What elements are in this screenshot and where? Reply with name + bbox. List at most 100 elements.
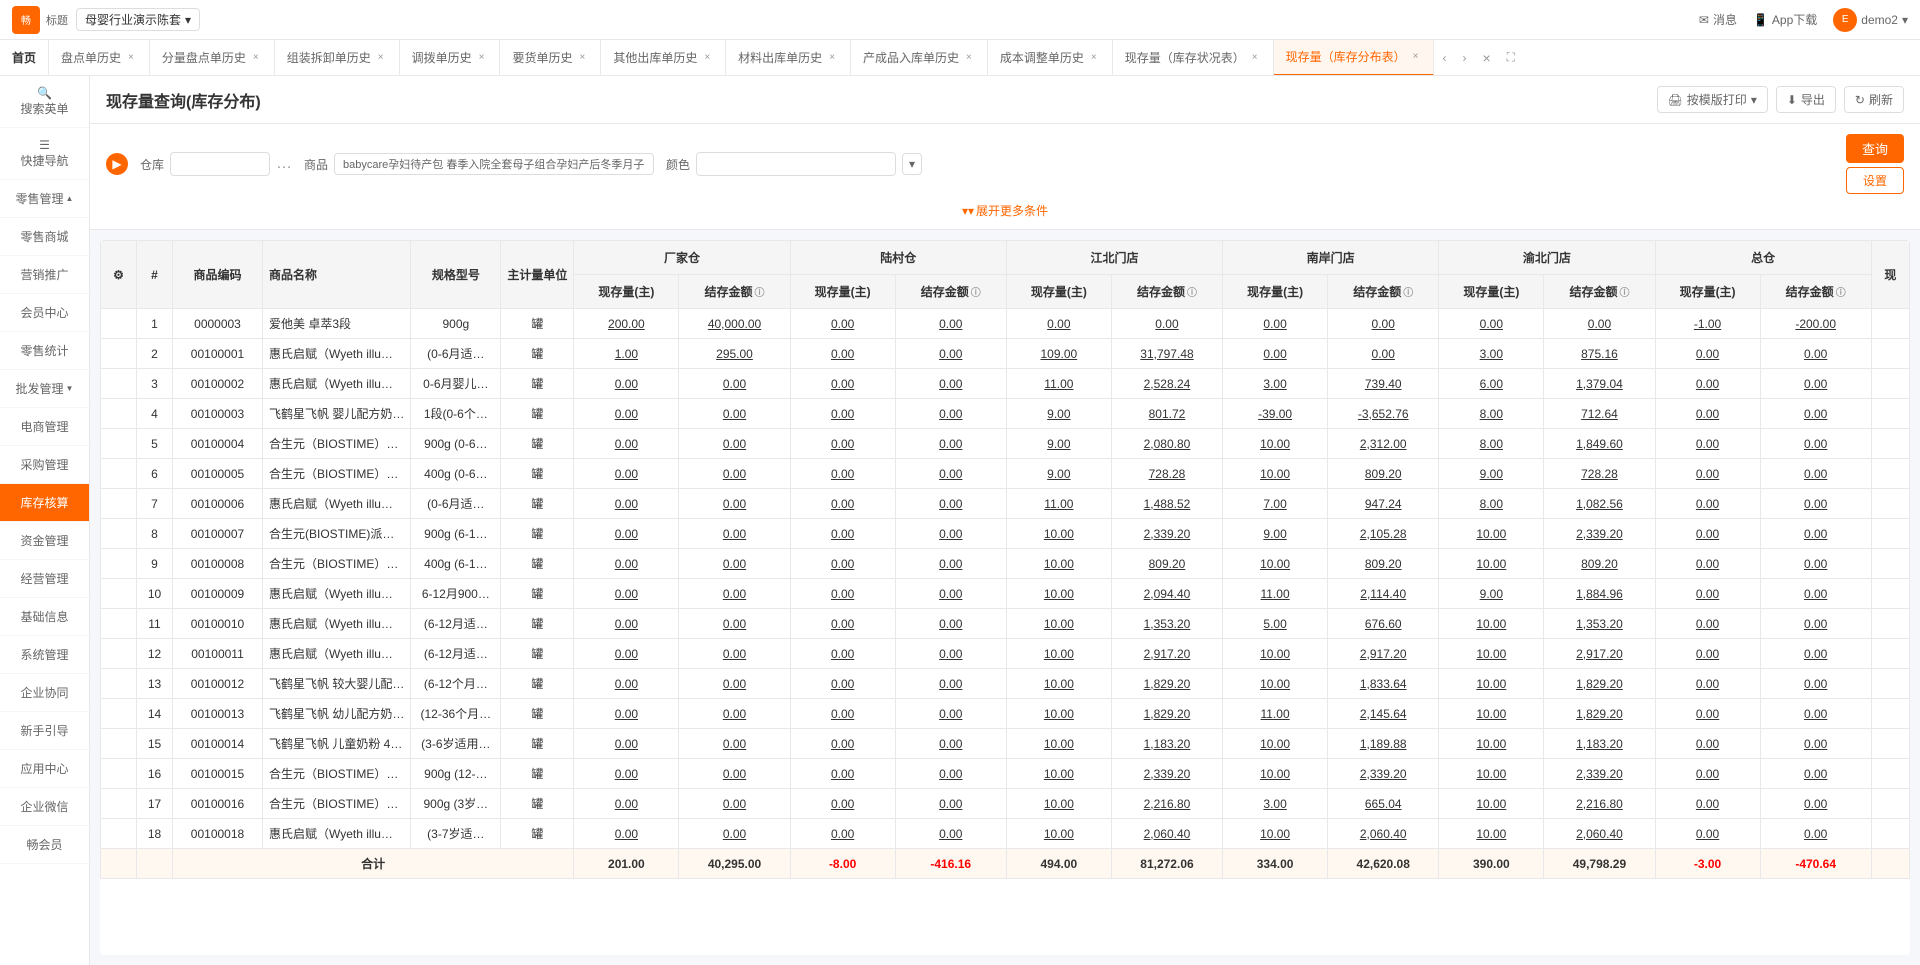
sidebar-item-finance[interactable]: 资金管理 [0, 522, 89, 560]
store-selector[interactable]: 母婴行业演示陈套 ▾ [76, 8, 200, 31]
sidebar-label: 企业微信 [20, 800, 68, 814]
sidebar-item-wechat[interactable]: 企业微信 [0, 788, 89, 826]
sidebar-item-wholesale[interactable]: 批发管理 ▼ [0, 370, 89, 408]
total-amt-header: 结存金额ⓘ [1760, 275, 1871, 309]
sidebar-item-guide[interactable]: 新手引导 [0, 712, 89, 750]
jiangbei-amt-header: 结存金额ⓘ [1111, 275, 1222, 309]
settings-header[interactable]: ⚙ [101, 241, 137, 309]
tab-cost-adjust[interactable]: 成本调整单历史 × [988, 40, 1113, 76]
product-input[interactable] [334, 153, 654, 175]
store-name: 母婴行业演示陈套 [85, 11, 181, 28]
tab-stock-distribution[interactable]: 现存量（库存分布表） × [1274, 40, 1435, 76]
close-all-tabs[interactable]: × [1474, 50, 1498, 66]
warehouse-label: 仓库 [140, 156, 164, 173]
fullscreen-toggle[interactable]: ⛶ [1499, 50, 1523, 65]
search-button[interactable]: 查询 [1846, 134, 1904, 163]
nav-next[interactable]: › [1454, 51, 1474, 65]
tab-label: 调拨单历史 [412, 49, 472, 66]
close-icon[interactable]: × [1410, 50, 1422, 63]
table-row: 1600100015合生元（BIOSTIME）…900g (12-…罐0.000… [101, 759, 1910, 789]
close-icon[interactable]: × [963, 51, 975, 64]
export-label: 导出 [1801, 91, 1825, 108]
close-icon[interactable]: × [701, 51, 713, 64]
sidebar-item-basic-info[interactable]: 基础信息 [0, 598, 89, 636]
color-dropdown-icon[interactable]: ▾ [902, 153, 922, 175]
tab-assembly[interactable]: 组装拆卸单历史 × [275, 40, 400, 76]
tab-stock-status[interactable]: 现存量（库存状况表） × [1113, 40, 1274, 76]
nav-prev[interactable]: ‹ [1434, 51, 1454, 65]
yubei-qty-header: 现存量(主) [1439, 275, 1544, 309]
tab-other-outbound[interactable]: 其他出库单历史 × [601, 40, 726, 76]
sidebar-label: 资金管理 [20, 534, 68, 548]
sidebar-item-member[interactable]: 会员中心 [0, 294, 89, 332]
page-title: 现存量查询(库存分布) [106, 88, 261, 112]
product-label: 商品 [304, 156, 328, 173]
tab-label: 其他出库单历史 [613, 49, 697, 66]
expand-icon: ⛶ [1503, 50, 1519, 65]
messages-button[interactable]: ✉ 消息 [1699, 11, 1737, 28]
sidebar-item-enterprise[interactable]: 企业协同 [0, 674, 89, 712]
close-icon[interactable]: × [1088, 51, 1100, 64]
table-row: 1200100011惠氏启赋（Wyeth illu…(6-12月适…罐0.000… [101, 639, 1910, 669]
tab-material-out[interactable]: 材料出库单历史 × [726, 40, 851, 76]
summary-row: 合计201.0040,295.00-8.00-416.16494.0081,27… [101, 849, 1910, 879]
table-row: 500100004合生元（BIOSTIME）…900g (0-6…罐0.000.… [101, 429, 1910, 459]
tab-product-in[interactable]: 产成品入库单历史 × [851, 40, 988, 76]
sidebar-item-system[interactable]: 系统管理 [0, 636, 89, 674]
tab-label: 产成品入库单历史 [863, 49, 959, 66]
close-icon[interactable]: × [125, 51, 137, 64]
total-qty-header: 现存量(主) [1655, 275, 1760, 309]
sidebar-item-retail-stats[interactable]: 零售统计 [0, 332, 89, 370]
chevron-right-icon: › [1458, 51, 1470, 65]
user-menu[interactable]: E demo2 ▾ [1833, 8, 1908, 32]
refresh-button[interactable]: ↻ 刷新 [1844, 86, 1904, 113]
sidebar-item-nav[interactable]: ☰ 快捷导航 [0, 128, 89, 180]
nanan-amt-header: 结存金额ⓘ [1328, 275, 1439, 309]
table-row: 600100005合生元（BIOSTIME）…400g (0-6…罐0.000.… [101, 459, 1910, 489]
sidebar-item-purchase[interactable]: 采购管理 [0, 446, 89, 484]
tab-requisition[interactable]: 要货单历史 × [500, 40, 601, 76]
close-icon[interactable]: × [250, 51, 262, 64]
close-icon[interactable]: × [576, 51, 588, 64]
changjiancang-header: 厂家仓 [574, 241, 790, 275]
tab-label: 盘点单历史 [61, 49, 121, 66]
user-chevron-icon: ▾ [1902, 13, 1908, 27]
sidebar-label: 电商管理 [20, 420, 68, 434]
warehouse-input[interactable] [170, 152, 270, 176]
sidebar-item-apps[interactable]: 应用中心 [0, 750, 89, 788]
sidebar-item-ecommerce[interactable]: 电商管理 [0, 408, 89, 446]
table-row: 200100001惠氏启赋（Wyeth illu…(0-6月适…罐1.00295… [101, 339, 1910, 369]
sidebar-item-retail-mall[interactable]: 零售商城 [0, 218, 89, 256]
app-download-button[interactable]: 📱 App下载 [1753, 11, 1817, 28]
sidebar-item-membership[interactable]: 畅会员 [0, 826, 89, 864]
table-row: 10000003爱他美 卓萃3段900g罐200.0040,000.000.00… [101, 309, 1910, 339]
sidebar-label: 企业协同 [20, 686, 68, 700]
collapse-button[interactable]: ▶ [106, 153, 128, 175]
print-button[interactable]: 🖨 按模版打印 ▾ [1657, 86, 1768, 113]
warehouse-more-button[interactable]: … [276, 155, 292, 173]
export-button[interactable]: ⬇ 导出 [1776, 86, 1836, 113]
table-row: 400100003飞鹤星飞帆 婴儿配方奶…1段(0-6个…罐0.000.000.… [101, 399, 1910, 429]
tab-sub-inventory[interactable]: 分量盘点单历史 × [150, 40, 275, 76]
tab-label: 现存量（库存分布表） [1286, 48, 1406, 65]
close-icon[interactable]: × [1249, 51, 1261, 64]
sidebar-item-retail-mgmt[interactable]: 零售管理 ▲ [0, 180, 89, 218]
tab-home[interactable]: 首页 [0, 40, 49, 76]
messages-label: 消息 [1713, 11, 1737, 28]
sidebar-item-operations[interactable]: 经营管理 [0, 560, 89, 598]
close-icon[interactable]: × [375, 51, 387, 64]
sidebar-item-search[interactable]: 🔍 搜索英单 [0, 76, 89, 128]
content-area: 现存量查询(库存分布) 🖨 按模版打印 ▾ ⬇ 导出 ↻ 刷新 [90, 76, 1920, 965]
sidebar-item-inventory[interactable]: 库存核算 [0, 484, 89, 522]
close-icon[interactable]: × [476, 51, 488, 64]
expand-conditions-button[interactable]: ▾▾ 展开更多条件 [962, 202, 1048, 219]
close-icon[interactable]: × [826, 51, 838, 64]
tab-inventory-check[interactable]: 盘点单历史 × [49, 40, 150, 76]
product-field: 商品 [304, 153, 654, 175]
settings-button[interactable]: 设置 [1846, 167, 1904, 194]
tab-transfer[interactable]: 调拨单历史 × [400, 40, 501, 76]
color-input[interactable] [696, 152, 896, 176]
avatar: E [1833, 8, 1857, 32]
sidebar-item-marketing[interactable]: 营销推广 [0, 256, 89, 294]
tab-label: 分量盘点单历史 [162, 49, 246, 66]
